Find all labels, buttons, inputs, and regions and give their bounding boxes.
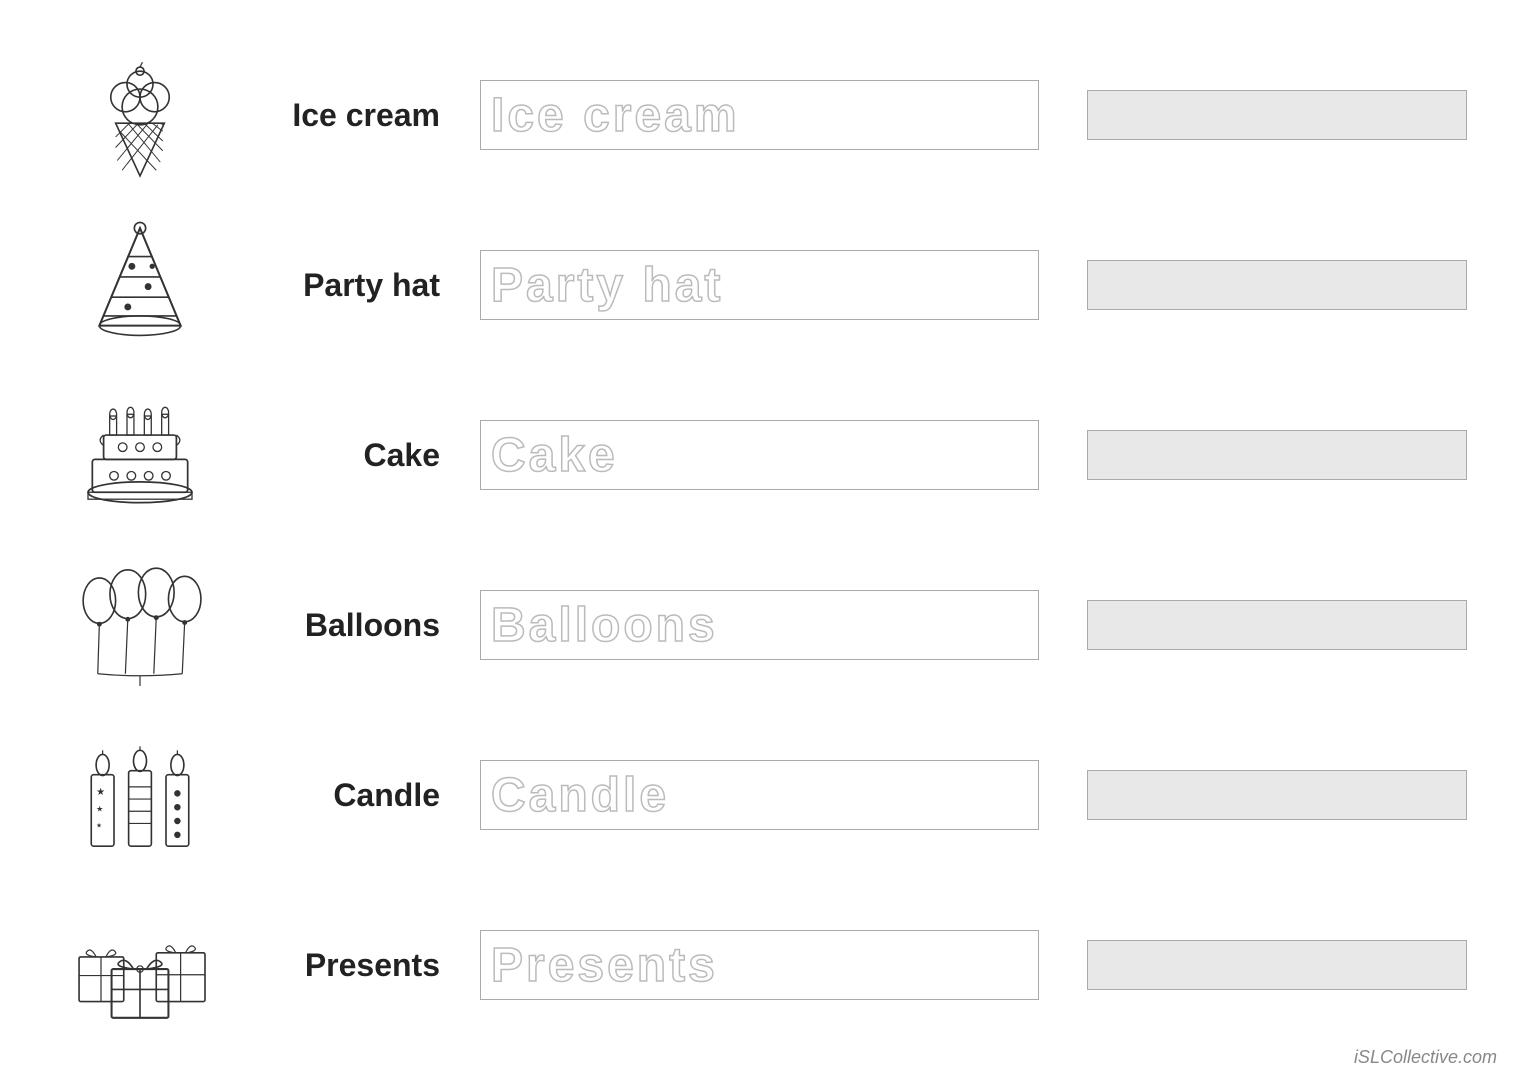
candle-label: Candle bbox=[260, 777, 440, 814]
party-hat-trace[interactable]: Party hat bbox=[480, 250, 1039, 320]
balloons-image bbox=[60, 560, 220, 690]
cake-trace-text: Cake bbox=[491, 428, 618, 483]
party-hat-write-box[interactable] bbox=[1087, 260, 1467, 310]
cake-write-box[interactable] bbox=[1087, 430, 1467, 480]
presents-trace[interactable]: Presents bbox=[480, 930, 1039, 1000]
balloons-trace[interactable]: Balloons bbox=[480, 590, 1039, 660]
party-hat-trace-text: Party hat bbox=[491, 258, 723, 313]
presents-image bbox=[60, 900, 220, 1030]
party-hat-image bbox=[60, 220, 220, 350]
row-party-hat: Party hat Party hat bbox=[60, 213, 1467, 358]
row-ice-cream: Ice cream Ice cream bbox=[60, 43, 1467, 188]
worksheet: Ice cream Ice cream bbox=[0, 0, 1527, 1080]
candle-write-box[interactable] bbox=[1087, 770, 1467, 820]
svg-text:★: ★ bbox=[96, 822, 102, 830]
watermark: iSLCollective.com bbox=[1354, 1047, 1497, 1068]
svg-text:★: ★ bbox=[96, 804, 103, 813]
ice-cream-label: Ice cream bbox=[260, 97, 440, 134]
row-cake: Cake Cake bbox=[60, 383, 1467, 528]
balloons-write-box[interactable] bbox=[1087, 600, 1467, 650]
cake-label: Cake bbox=[260, 437, 440, 474]
balloons-label: Balloons bbox=[260, 607, 440, 644]
cake-trace[interactable]: Cake bbox=[480, 420, 1039, 490]
cake-image bbox=[60, 390, 220, 520]
candle-image: ★ ★ ★ bbox=[60, 730, 220, 860]
row-presents: Presents Presents bbox=[60, 893, 1467, 1038]
presents-write-box[interactable] bbox=[1087, 940, 1467, 990]
presents-label: Presents bbox=[260, 947, 440, 984]
ice-cream-image bbox=[60, 50, 220, 180]
presents-trace-text: Presents bbox=[491, 938, 718, 993]
ice-cream-trace-text: Ice cream bbox=[491, 88, 740, 143]
row-balloons: Balloons Balloons bbox=[60, 553, 1467, 698]
ice-cream-write-box[interactable] bbox=[1087, 90, 1467, 140]
candle-trace[interactable]: Candle bbox=[480, 760, 1039, 830]
row-candle: ★ ★ ★ bbox=[60, 723, 1467, 868]
ice-cream-trace[interactable]: Ice cream bbox=[480, 80, 1039, 150]
svg-text:★: ★ bbox=[96, 787, 105, 798]
candle-trace-text: Candle bbox=[491, 768, 669, 823]
party-hat-label: Party hat bbox=[260, 267, 440, 304]
balloons-trace-text: Balloons bbox=[491, 598, 718, 653]
